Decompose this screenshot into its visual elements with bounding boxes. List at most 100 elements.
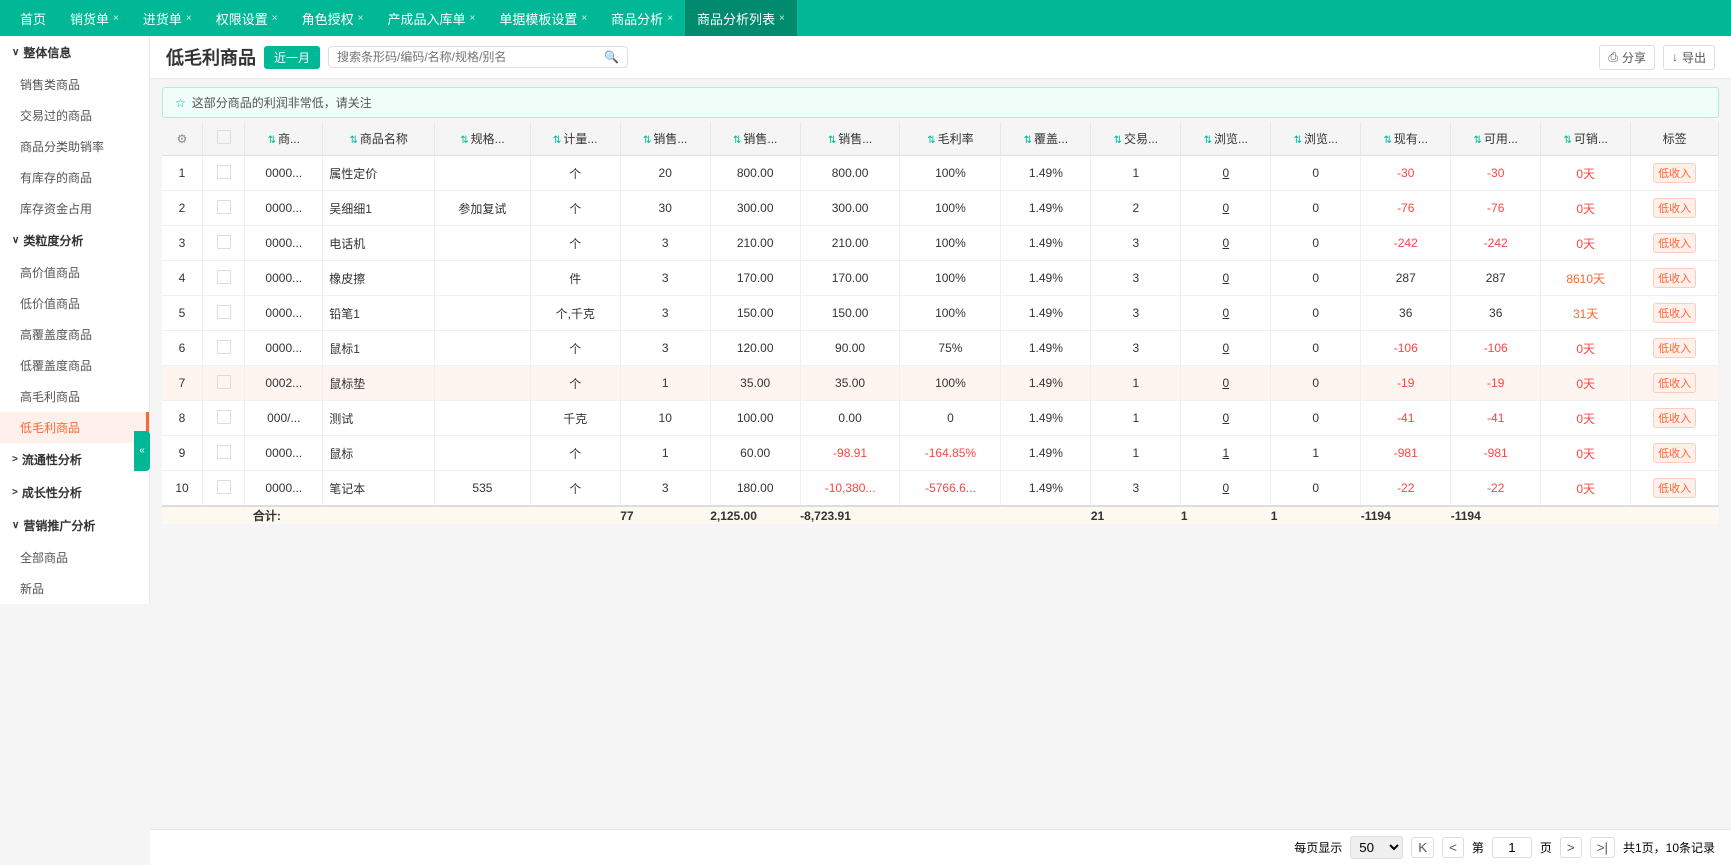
nav-sales[interactable]: 销货单 × bbox=[58, 0, 131, 36]
nav-permissions[interactable]: 权限设置 × bbox=[204, 0, 290, 36]
row-code: 0000... bbox=[245, 331, 323, 366]
row-checkbox[interactable] bbox=[203, 471, 245, 507]
last-page-btn[interactable]: >| bbox=[1590, 837, 1615, 858]
nav-product-close[interactable]: × bbox=[469, 13, 475, 24]
row-views1[interactable]: 0 bbox=[1181, 471, 1271, 507]
row-available: -981 bbox=[1451, 436, 1541, 471]
row-views1[interactable]: 0 bbox=[1181, 331, 1271, 366]
row-name: 属性定价 bbox=[323, 156, 435, 191]
sidebar-item-traded-goods[interactable]: 交易过的商品 bbox=[0, 100, 149, 131]
col-views2[interactable]: ⇅浏览... bbox=[1271, 122, 1361, 156]
sidebar-collapse-btn[interactable]: « bbox=[134, 431, 150, 471]
nav-template-close[interactable]: × bbox=[581, 13, 587, 24]
row-checkbox[interactable] bbox=[203, 191, 245, 226]
nav-purchase[interactable]: 进货单 × bbox=[131, 0, 204, 36]
col-sales-profit[interactable]: ⇅销售... bbox=[800, 122, 900, 156]
col-sales-qty[interactable]: ⇅销售... bbox=[620, 122, 710, 156]
nav-role-auth[interactable]: 角色授权 × bbox=[290, 0, 376, 36]
sidebar-item-high-coverage[interactable]: 高覆盖度商品 bbox=[0, 319, 149, 350]
col-transaction[interactable]: ⇅交易... bbox=[1091, 122, 1181, 156]
nav-template-settings[interactable]: 单据模板设置 × bbox=[487, 0, 599, 36]
row-views1[interactable]: 0 bbox=[1181, 366, 1271, 401]
sidebar-section-overall[interactable]: ∨ 整体信息 bbox=[0, 36, 149, 69]
select-all-checkbox[interactable] bbox=[217, 130, 231, 144]
sidebar-section-granularity[interactable]: ∨ 类粒度分析 bbox=[0, 224, 149, 257]
sidebar-section-liquidity[interactable]: > 流通性分析 bbox=[0, 443, 149, 476]
col-tag[interactable]: 标签 bbox=[1631, 122, 1719, 156]
col-unit[interactable]: ⇅计量... bbox=[530, 122, 620, 156]
row-views1[interactable]: 0 bbox=[1181, 261, 1271, 296]
row-checkbox[interactable] bbox=[203, 156, 245, 191]
row-views1[interactable]: 0 bbox=[1181, 156, 1271, 191]
nav-purchase-close[interactable]: × bbox=[186, 13, 192, 24]
row-transaction: 1 bbox=[1091, 156, 1181, 191]
export-btn[interactable]: ↓ 导出 bbox=[1663, 45, 1715, 70]
col-code[interactable]: ⇅商... bbox=[245, 122, 323, 156]
nav-product-entry[interactable]: 产成品入库单 × bbox=[375, 0, 487, 36]
row-current-stock: -22 bbox=[1361, 471, 1451, 507]
col-gear[interactable]: ⚙ bbox=[162, 122, 203, 156]
row-current-stock: -30 bbox=[1361, 156, 1451, 191]
col-coverage[interactable]: ⇅覆盖... bbox=[1001, 122, 1091, 156]
col-gross-margin[interactable]: ⇅毛利率 bbox=[900, 122, 1001, 156]
col-available[interactable]: ⇅可用... bbox=[1451, 122, 1541, 156]
sidebar-item-category-rate[interactable]: 商品分类助销率 bbox=[0, 131, 149, 162]
row-coverage: 1.49% bbox=[1001, 331, 1091, 366]
sidebar-item-new-goods[interactable]: 新品 bbox=[0, 573, 149, 604]
sidebar-item-low-value[interactable]: 低价值商品 bbox=[0, 288, 149, 319]
nav-product-analysis[interactable]: 商品分析 × bbox=[599, 0, 685, 36]
row-views1[interactable]: 0 bbox=[1181, 191, 1271, 226]
col-checkbox[interactable] bbox=[203, 122, 245, 156]
sidebar-section-marketing[interactable]: ∨ 营销推广分析 bbox=[0, 509, 149, 542]
row-checkbox[interactable] bbox=[203, 331, 245, 366]
row-checkbox[interactable] bbox=[203, 366, 245, 401]
nav-analysis-list[interactable]: 商品分析列表 × bbox=[685, 0, 797, 36]
col-name[interactable]: ⇅商品名称 bbox=[323, 122, 435, 156]
row-no: 7 bbox=[162, 366, 203, 401]
sidebar-item-stock-capital[interactable]: 库存资金占用 bbox=[0, 193, 149, 224]
row-sales-qty: 3 bbox=[620, 261, 710, 296]
sidebar-item-sales-goods[interactable]: 销售类商品 bbox=[0, 69, 149, 100]
nav-sales-close[interactable]: × bbox=[113, 13, 119, 24]
prev-page-btn[interactable]: < bbox=[1442, 837, 1464, 858]
sidebar-item-stock-goods[interactable]: 有库存的商品 bbox=[0, 162, 149, 193]
col-spec[interactable]: ⇅规格... bbox=[435, 122, 531, 156]
sidebar-item-low-margin[interactable]: 低毛利商品 bbox=[0, 412, 149, 443]
current-page-input[interactable] bbox=[1492, 837, 1532, 858]
date-filter-btn[interactable]: 近一月 bbox=[264, 46, 320, 69]
row-views1[interactable]: 0 bbox=[1181, 226, 1271, 261]
row-checkbox[interactable] bbox=[203, 261, 245, 296]
search-icon[interactable]: 🔍 bbox=[604, 50, 619, 64]
row-checkbox[interactable] bbox=[203, 296, 245, 331]
row-checkbox[interactable] bbox=[203, 226, 245, 261]
nav-home[interactable]: 首页 bbox=[8, 0, 58, 36]
row-checkbox[interactable] bbox=[203, 436, 245, 471]
row-views1[interactable]: 1 bbox=[1181, 436, 1271, 471]
first-page-btn[interactable]: K bbox=[1411, 837, 1434, 858]
total-empty1 bbox=[900, 506, 1001, 524]
col-sellable[interactable]: ⇅可销... bbox=[1541, 122, 1631, 156]
col-current-stock[interactable]: ⇅现有... bbox=[1361, 122, 1451, 156]
sidebar-item-all-goods[interactable]: 全部商品 bbox=[0, 542, 149, 573]
nav-role-close[interactable]: × bbox=[358, 13, 364, 24]
col-views1[interactable]: ⇅浏览... bbox=[1181, 122, 1271, 156]
sidebar-item-high-margin[interactable]: 高毛利商品 bbox=[0, 381, 149, 412]
next-page-btn[interactable]: > bbox=[1560, 837, 1582, 858]
share-btn[interactable]: ⎙ 分享 bbox=[1599, 45, 1655, 70]
row-checkbox[interactable] bbox=[203, 401, 245, 436]
nav-analysis-list-close[interactable]: × bbox=[779, 13, 785, 24]
row-views1[interactable]: 0 bbox=[1181, 401, 1271, 436]
nav-permissions-close[interactable]: × bbox=[272, 13, 278, 24]
gear-settings-icon[interactable]: ⚙ bbox=[177, 132, 188, 146]
row-tag: 低收入 bbox=[1631, 436, 1719, 471]
sidebar-section-growth[interactable]: > 成长性分析 bbox=[0, 476, 149, 509]
col-sales-amount[interactable]: ⇅销售... bbox=[710, 122, 800, 156]
nav-analysis-close[interactable]: × bbox=[667, 13, 673, 24]
total-empty3 bbox=[1541, 506, 1631, 524]
per-page-select[interactable]: 50 100 200 bbox=[1350, 836, 1403, 859]
sidebar-item-low-coverage[interactable]: 低覆盖度商品 bbox=[0, 350, 149, 381]
search-input[interactable] bbox=[337, 50, 604, 64]
sidebar-item-high-value[interactable]: 高价值商品 bbox=[0, 257, 149, 288]
row-current-stock: -41 bbox=[1361, 401, 1451, 436]
row-views1[interactable]: 0 bbox=[1181, 296, 1271, 331]
